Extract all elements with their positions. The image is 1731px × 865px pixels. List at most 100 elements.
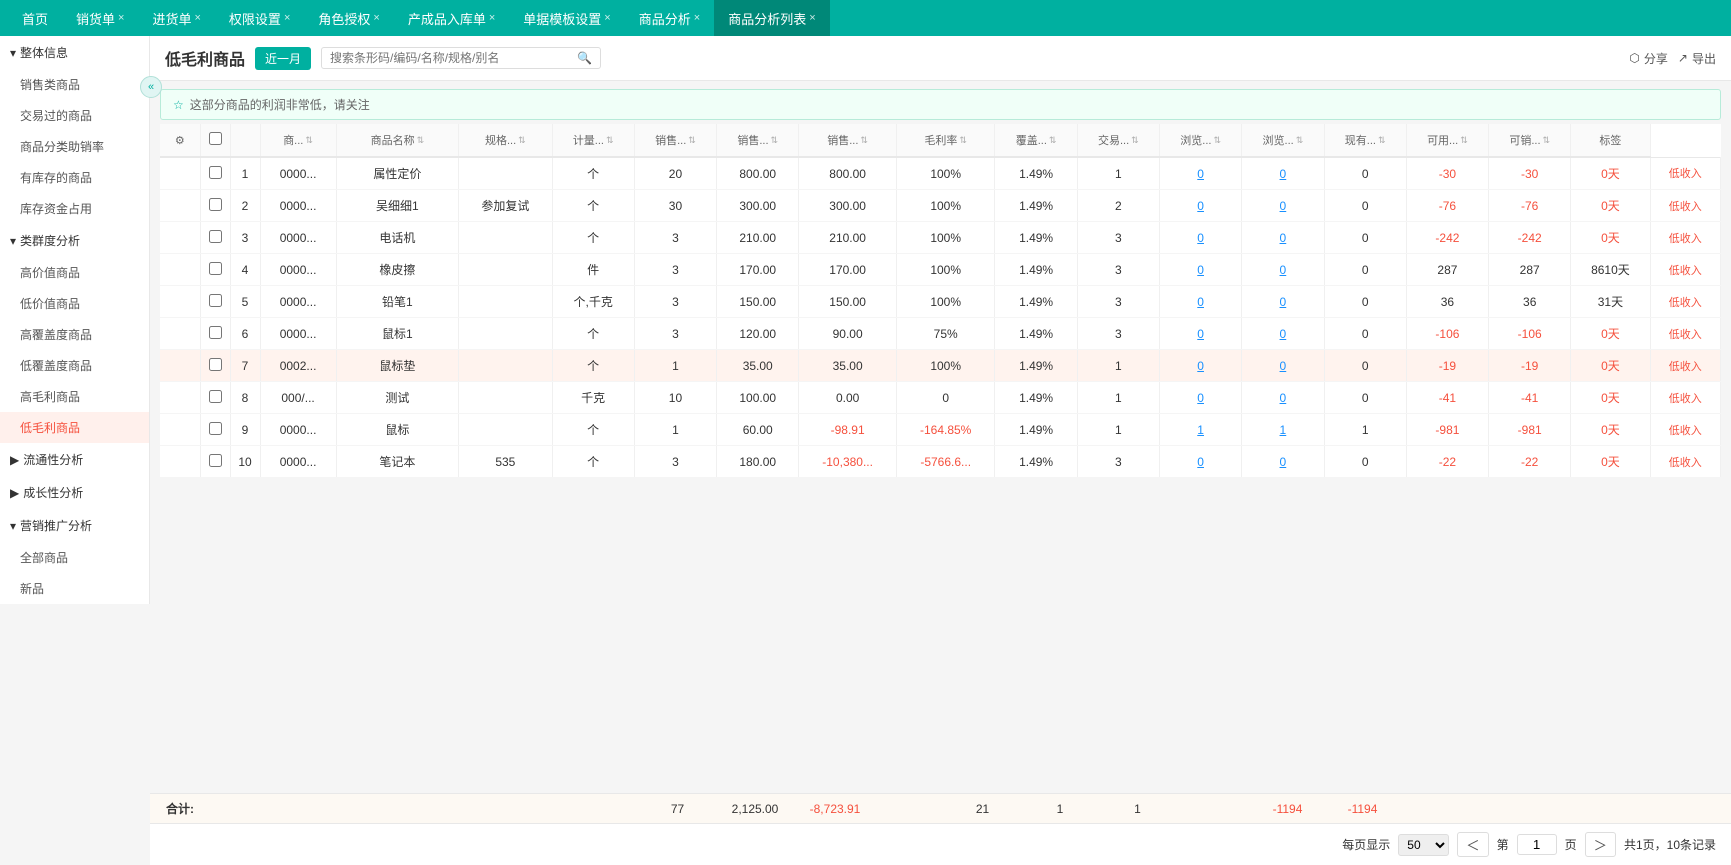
row-browse1[interactable]: 1 — [1242, 414, 1324, 446]
nav-finished-goods[interactable]: 产成品入库单 × — [394, 0, 509, 36]
sidebar-section-circulation[interactable]: ▶ 流通性分析 — [0, 443, 149, 476]
trade-link[interactable]: 0 — [1197, 295, 1204, 309]
row-checkbox[interactable] — [209, 454, 222, 467]
next-page-button[interactable]: ＞ — [1585, 832, 1616, 857]
row-checkbox[interactable] — [209, 262, 222, 275]
checkbox-cell[interactable] — [200, 350, 230, 382]
checkbox-cell[interactable] — [200, 157, 230, 190]
row-trade[interactable]: 0 — [1160, 350, 1242, 382]
row-checkbox[interactable] — [209, 198, 222, 211]
date-filter-button[interactable]: 近一月 — [255, 47, 311, 70]
nav-goods-analysis-close[interactable]: × — [694, 12, 700, 24]
row-checkbox[interactable] — [209, 230, 222, 243]
sidebar-item-category-rate[interactable]: 商品分类助销率 — [0, 131, 149, 162]
checkbox-cell[interactable] — [200, 286, 230, 318]
row-trade[interactable]: 1 — [1160, 414, 1242, 446]
th-spec[interactable]: 规格...⇅ — [459, 124, 552, 157]
row-browse1[interactable]: 0 — [1242, 382, 1324, 414]
sidebar-item-in-stock[interactable]: 有库存的商品 — [0, 162, 149, 193]
th-browse1[interactable]: 浏览...⇅ — [1160, 124, 1242, 157]
checkbox-cell[interactable] — [200, 190, 230, 222]
nav-role-auth-close[interactable]: × — [373, 12, 379, 24]
row-trade[interactable]: 0 — [1160, 318, 1242, 350]
sidebar-item-inventory-capital[interactable]: 库存资金占用 — [0, 193, 149, 224]
sidebar-section-overview[interactable]: ▾ 整体信息 — [0, 36, 149, 69]
th-trade[interactable]: 交易...⇅ — [1077, 124, 1159, 157]
nav-finished-goods-close[interactable]: × — [489, 12, 495, 24]
row-checkbox[interactable] — [209, 390, 222, 403]
nav-home[interactable]: 首页 — [8, 0, 62, 36]
checkbox-cell[interactable] — [200, 254, 230, 286]
nav-sales-order-close[interactable]: × — [118, 12, 124, 24]
trade-link[interactable]: 1 — [1197, 423, 1204, 437]
row-browse1[interactable]: 0 — [1242, 286, 1324, 318]
nav-permission-settings[interactable]: 权限设置 × — [215, 0, 304, 36]
sidebar-item-low-coverage[interactable]: 低覆盖度商品 — [0, 350, 149, 381]
page-size-select[interactable]: 50 100 — [1398, 834, 1449, 856]
nav-goods-analysis[interactable]: 商品分析 × — [625, 0, 714, 36]
row-browse1[interactable]: 0 — [1242, 190, 1324, 222]
th-sellable[interactable]: 可销...⇅ — [1489, 124, 1571, 157]
trade-link[interactable]: 0 — [1197, 455, 1204, 469]
row-trade[interactable]: 0 — [1160, 286, 1242, 318]
row-browse1[interactable]: 0 — [1242, 446, 1324, 478]
row-trade[interactable]: 0 — [1160, 222, 1242, 254]
trade-link[interactable]: 0 — [1197, 231, 1204, 245]
row-browse1[interactable]: 0 — [1242, 318, 1324, 350]
sidebar-item-sales-goods[interactable]: 销售类商品 — [0, 69, 149, 100]
row-checkbox[interactable] — [209, 326, 222, 339]
row-checkbox[interactable] — [209, 294, 222, 307]
row-trade[interactable]: 0 — [1160, 157, 1242, 190]
row-trade[interactable]: 0 — [1160, 446, 1242, 478]
sidebar-item-all-goods[interactable]: 全部商品 — [0, 542, 149, 573]
th-browse2[interactable]: 浏览...⇅ — [1242, 124, 1324, 157]
nav-purchase-order[interactable]: 进货单 × — [138, 0, 214, 36]
sidebar-section-growth[interactable]: ▶ 成长性分析 — [0, 476, 149, 509]
th-name[interactable]: 商品名称⇅ — [336, 124, 459, 157]
share-button[interactable]: ⬡ 分享 — [1629, 50, 1668, 67]
nav-template-close[interactable]: × — [604, 12, 610, 24]
th-price[interactable]: 销售...⇅ — [717, 124, 799, 157]
select-all-checkbox[interactable] — [209, 132, 222, 145]
sidebar-item-high-margin[interactable]: 高毛利商品 — [0, 381, 149, 412]
trade-link[interactable]: 0 — [1197, 199, 1204, 213]
row-trade[interactable]: 0 — [1160, 254, 1242, 286]
sidebar-item-high-coverage[interactable]: 高覆盖度商品 — [0, 319, 149, 350]
checkbox-cell[interactable] — [200, 222, 230, 254]
row-trade[interactable]: 0 — [1160, 382, 1242, 414]
sidebar-item-low-value[interactable]: 低价值商品 — [0, 288, 149, 319]
checkbox-cell[interactable] — [200, 446, 230, 478]
trade-link[interactable]: 0 — [1197, 391, 1204, 405]
th-code[interactable]: 商...⇅ — [260, 124, 336, 157]
th-sales[interactable]: 销售...⇅ — [799, 124, 897, 157]
page-number-input[interactable] — [1517, 834, 1557, 855]
trade-link[interactable]: 0 — [1197, 327, 1204, 341]
sidebar-item-high-value[interactable]: 高价值商品 — [0, 257, 149, 288]
row-checkbox[interactable] — [209, 166, 222, 179]
row-browse1[interactable]: 0 — [1242, 350, 1324, 382]
export-button[interactable]: ↗ 导出 — [1678, 50, 1716, 67]
row-trade[interactable]: 0 — [1160, 190, 1242, 222]
sidebar-section-marketing[interactable]: ▾ 营销推广分析 — [0, 509, 149, 542]
nav-goods-analysis-list[interactable]: 商品分析列表 × — [714, 0, 829, 36]
th-settings[interactable]: ⚙ — [160, 124, 200, 157]
sidebar-section-cluster[interactable]: ▾ 类群度分析 — [0, 224, 149, 257]
th-coverage[interactable]: 覆盖...⇅ — [995, 124, 1077, 157]
nav-goods-analysis-list-close[interactable]: × — [809, 12, 815, 24]
th-qty[interactable]: 销售...⇅ — [634, 124, 716, 157]
th-unit[interactable]: 计量...⇅ — [552, 124, 634, 157]
collapse-sidebar-button[interactable]: « — [140, 76, 162, 98]
th-available[interactable]: 可用...⇅ — [1406, 124, 1488, 157]
search-icon[interactable]: 🔍 — [577, 51, 592, 65]
trade-link[interactable]: 0 — [1197, 263, 1204, 277]
nav-template-settings[interactable]: 单据模板设置 × — [509, 0, 624, 36]
row-browse1[interactable]: 0 — [1242, 222, 1324, 254]
nav-sales-order[interactable]: 销货单 × — [62, 0, 138, 36]
checkbox-cell[interactable] — [200, 318, 230, 350]
row-browse1[interactable]: 0 — [1242, 254, 1324, 286]
prev-page-button[interactable]: ＜ — [1457, 832, 1488, 857]
row-checkbox[interactable] — [209, 358, 222, 371]
row-browse1[interactable]: 0 — [1242, 157, 1324, 190]
nav-role-auth[interactable]: 角色授权 × — [304, 0, 393, 36]
checkbox-cell[interactable] — [200, 382, 230, 414]
